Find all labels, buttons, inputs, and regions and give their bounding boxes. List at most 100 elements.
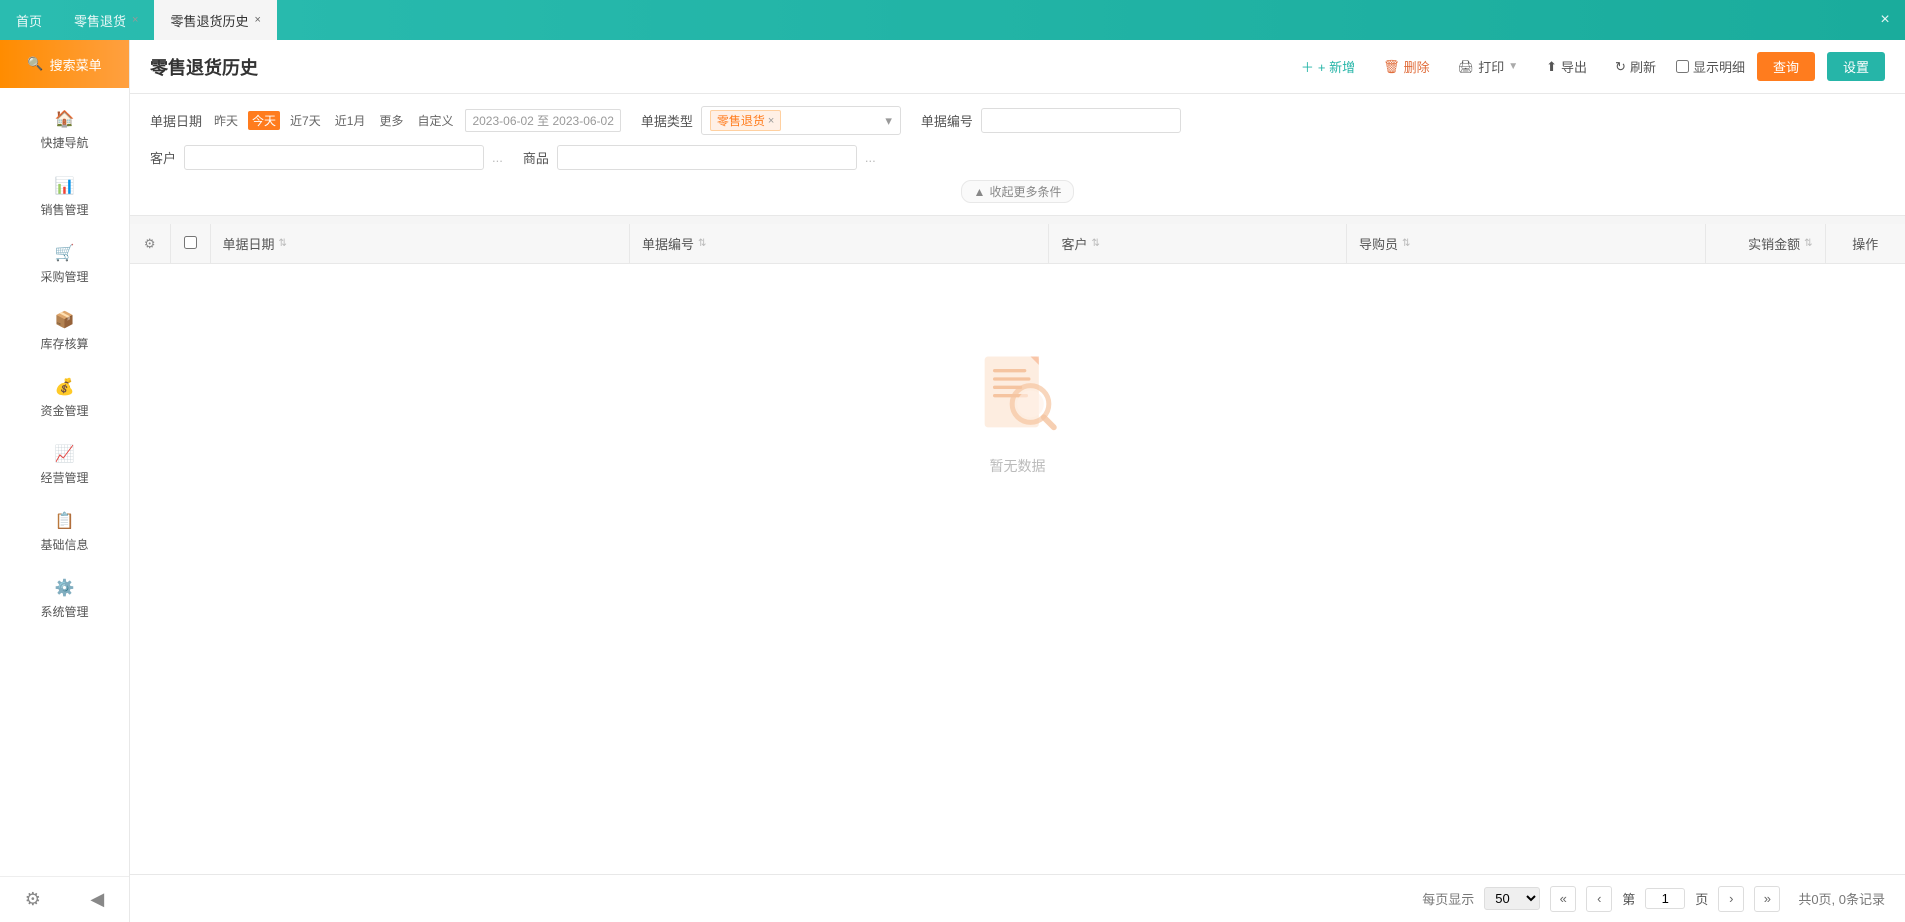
delete-button[interactable]: 🗑 删除 xyxy=(1375,53,1438,80)
goods-ellipsis[interactable]: ... xyxy=(865,150,876,165)
th-amount-label: 实销金额 xyxy=(1748,234,1800,253)
tab-retail-return-history-label: 零售退货历史 xyxy=(170,11,248,30)
print-dropdown-icon: ▼ xyxy=(1508,61,1518,72)
th-guide-label: 导购员 xyxy=(1359,234,1398,253)
sidebar-item-base-info-label: 基础信息 xyxy=(40,536,88,553)
print-button[interactable]: 🖨 打印 ▼ xyxy=(1450,53,1526,80)
sidebar-search-button[interactable]: 🔍 搜索菜单 xyxy=(0,40,129,88)
collapse-filter-button[interactable]: ▲ 收起更多条件 xyxy=(961,180,1075,203)
settings-gear-icon[interactable]: ⚙ xyxy=(144,236,156,251)
sidebar-item-sales[interactable]: 📊 销售管理 xyxy=(0,163,129,230)
data-table: ⚙ 单据日期 ⇅ xyxy=(130,224,1905,556)
bill-no-label: 单据编号 xyxy=(921,111,973,130)
delete-icon: 🗑 xyxy=(1383,59,1400,75)
tab-retail-return[interactable]: 零售退货 × xyxy=(58,0,154,40)
export-button[interactable]: ⬆ 导出 xyxy=(1538,53,1595,80)
date-today[interactable]: 今天 xyxy=(248,111,280,130)
next-page-button[interactable]: › xyxy=(1718,886,1744,912)
th-customer: 客户 ⇅ xyxy=(1049,224,1347,264)
th-bill-no: 单据编号 ⇅ xyxy=(629,224,1048,264)
th-date: 单据日期 ⇅ xyxy=(210,224,629,264)
date-yesterday[interactable]: 昨天 xyxy=(210,111,242,130)
date-1month[interactable]: 近1月 xyxy=(331,111,370,130)
sidebar-item-finance-label: 资金管理 xyxy=(40,402,88,419)
sidebar-item-base-info[interactable]: 📋 基础信息 xyxy=(0,498,129,565)
sidebar: 🔍 搜索菜单 🏠 快捷导航 📊 销售管理 🛒 采购管理 📦 库存核算 💰 xyxy=(0,40,130,922)
current-page-input[interactable] xyxy=(1645,888,1685,909)
display-toggle-checkbox[interactable] xyxy=(1676,60,1689,73)
sidebar-item-purchase[interactable]: 🛒 采购管理 xyxy=(0,230,129,297)
tab-home-label: 首页 xyxy=(16,11,42,30)
add-button[interactable]: ＋ + 新增 xyxy=(1293,53,1363,80)
sidebar-item-operations[interactable]: 📈 经营管理 xyxy=(0,431,129,498)
th-customer-sort[interactable]: 客户 ⇅ xyxy=(1061,234,1334,253)
filter-area: 单据日期 昨天 今天 近7天 近1月 更多 自定义 2023-06-02 至 2… xyxy=(130,94,1905,216)
tab-retail-return-history[interactable]: 零售退货历史 × xyxy=(154,0,276,40)
sidebar-item-system[interactable]: ⚙️ 系统管理 xyxy=(0,565,129,632)
sidebar-search-label: 搜索菜单 xyxy=(50,55,102,74)
goods-label: 商品 xyxy=(523,148,549,167)
date-custom[interactable]: 自定义 xyxy=(413,111,457,130)
customer-ellipsis[interactable]: ... xyxy=(492,150,503,165)
sidebar-item-quick-nav-label: 快捷导航 xyxy=(40,134,88,151)
page-size-label: 每页显示 xyxy=(1422,889,1474,908)
first-page-button[interactable]: « xyxy=(1550,886,1576,912)
page-size-select[interactable]: 50 100 200 xyxy=(1484,887,1540,910)
th-bill-no-label: 单据编号 xyxy=(642,234,694,253)
next-page-icon: › xyxy=(1729,891,1733,906)
th-bill-no-sort-icon: ⇅ xyxy=(698,238,706,249)
th-guide-sort[interactable]: 导购员 ⇅ xyxy=(1359,234,1693,253)
th-date-sort[interactable]: 单据日期 ⇅ xyxy=(223,234,617,253)
filter-row-2: 客户 ... 商品 ... xyxy=(150,145,1885,170)
bill-type-filter: 单据类型 零售退货 × ▾ xyxy=(641,106,901,135)
prev-page-button[interactable]: ‹ xyxy=(1586,886,1612,912)
date-more[interactable]: 更多 xyxy=(375,111,407,130)
tab-retail-return-close[interactable]: × xyxy=(132,14,138,26)
bill-type-label: 单据类型 xyxy=(641,111,693,130)
sidebar-settings-button[interactable]: ⚙ xyxy=(17,881,49,918)
th-settings[interactable]: ⚙ xyxy=(130,224,170,264)
select-all-checkbox[interactable] xyxy=(184,236,197,249)
add-label: + 新增 xyxy=(1318,57,1355,76)
tab-retail-return-label: 零售退货 xyxy=(74,11,126,30)
system-icon: ⚙️ xyxy=(54,577,76,599)
finance-icon: 💰 xyxy=(54,376,76,398)
th-bill-no-sort[interactable]: 单据编号 ⇅ xyxy=(642,234,1036,253)
bill-no-input[interactable] xyxy=(981,108,1181,133)
setting-label: 设置 xyxy=(1843,60,1869,75)
display-toggle-label: 显示明细 xyxy=(1693,57,1745,76)
refresh-label: 刷新 xyxy=(1630,57,1656,76)
th-checkbox[interactable] xyxy=(170,224,210,264)
table-wrapper: ⚙ 单据日期 ⇅ xyxy=(130,224,1905,874)
query-button[interactable]: 查询 xyxy=(1757,52,1815,81)
print-label: 打印 xyxy=(1478,57,1504,76)
prev-page-icon: ‹ xyxy=(1597,891,1601,906)
setting-button[interactable]: 设置 xyxy=(1827,52,1885,81)
delete-label: 删除 xyxy=(1404,57,1430,76)
sidebar-item-operations-label: 经营管理 xyxy=(40,469,88,486)
search-icon: 🔍 xyxy=(27,56,43,72)
bill-type-select[interactable]: 零售退货 × ▾ xyxy=(701,106,901,135)
window-close-button[interactable]: × xyxy=(1865,0,1905,40)
date-range-input[interactable]: 2023-06-02 至 2023-06-02 xyxy=(465,109,620,132)
date-7days[interactable]: 近7天 xyxy=(286,111,325,130)
goods-input[interactable] xyxy=(557,145,857,170)
sidebar-item-quick-nav[interactable]: 🏠 快捷导航 xyxy=(0,96,129,163)
sidebar-item-finance[interactable]: 💰 资金管理 xyxy=(0,364,129,431)
main-layout: 🔍 搜索菜单 🏠 快捷导航 📊 销售管理 🛒 采购管理 📦 库存核算 💰 xyxy=(0,40,1905,922)
content-area: 零售退货历史 ＋ + 新增 🗑 删除 🖨 打印 ▼ ⬆ 导出 xyxy=(130,40,1905,922)
tab-home[interactable]: 首页 xyxy=(0,0,58,40)
query-label: 查询 xyxy=(1773,60,1799,75)
th-amount-sort[interactable]: 实销金额 ⇅ xyxy=(1718,234,1813,253)
goods-filter: 商品 ... xyxy=(523,145,876,170)
sidebar-bottom: ⚙ ◀ xyxy=(0,876,129,922)
customer-filter: 客户 ... xyxy=(150,145,503,170)
bill-type-tag-close[interactable]: × xyxy=(768,115,774,127)
sidebar-item-system-label: 系统管理 xyxy=(40,603,88,620)
sidebar-item-inventory[interactable]: 📦 库存核算 xyxy=(0,297,129,364)
last-page-button[interactable]: » xyxy=(1754,886,1780,912)
sidebar-collapse-button[interactable]: ◀ xyxy=(82,881,112,918)
tab-retail-return-history-close[interactable]: × xyxy=(254,14,260,26)
customer-input[interactable] xyxy=(184,145,484,170)
refresh-button[interactable]: ↻ 刷新 xyxy=(1607,53,1664,80)
